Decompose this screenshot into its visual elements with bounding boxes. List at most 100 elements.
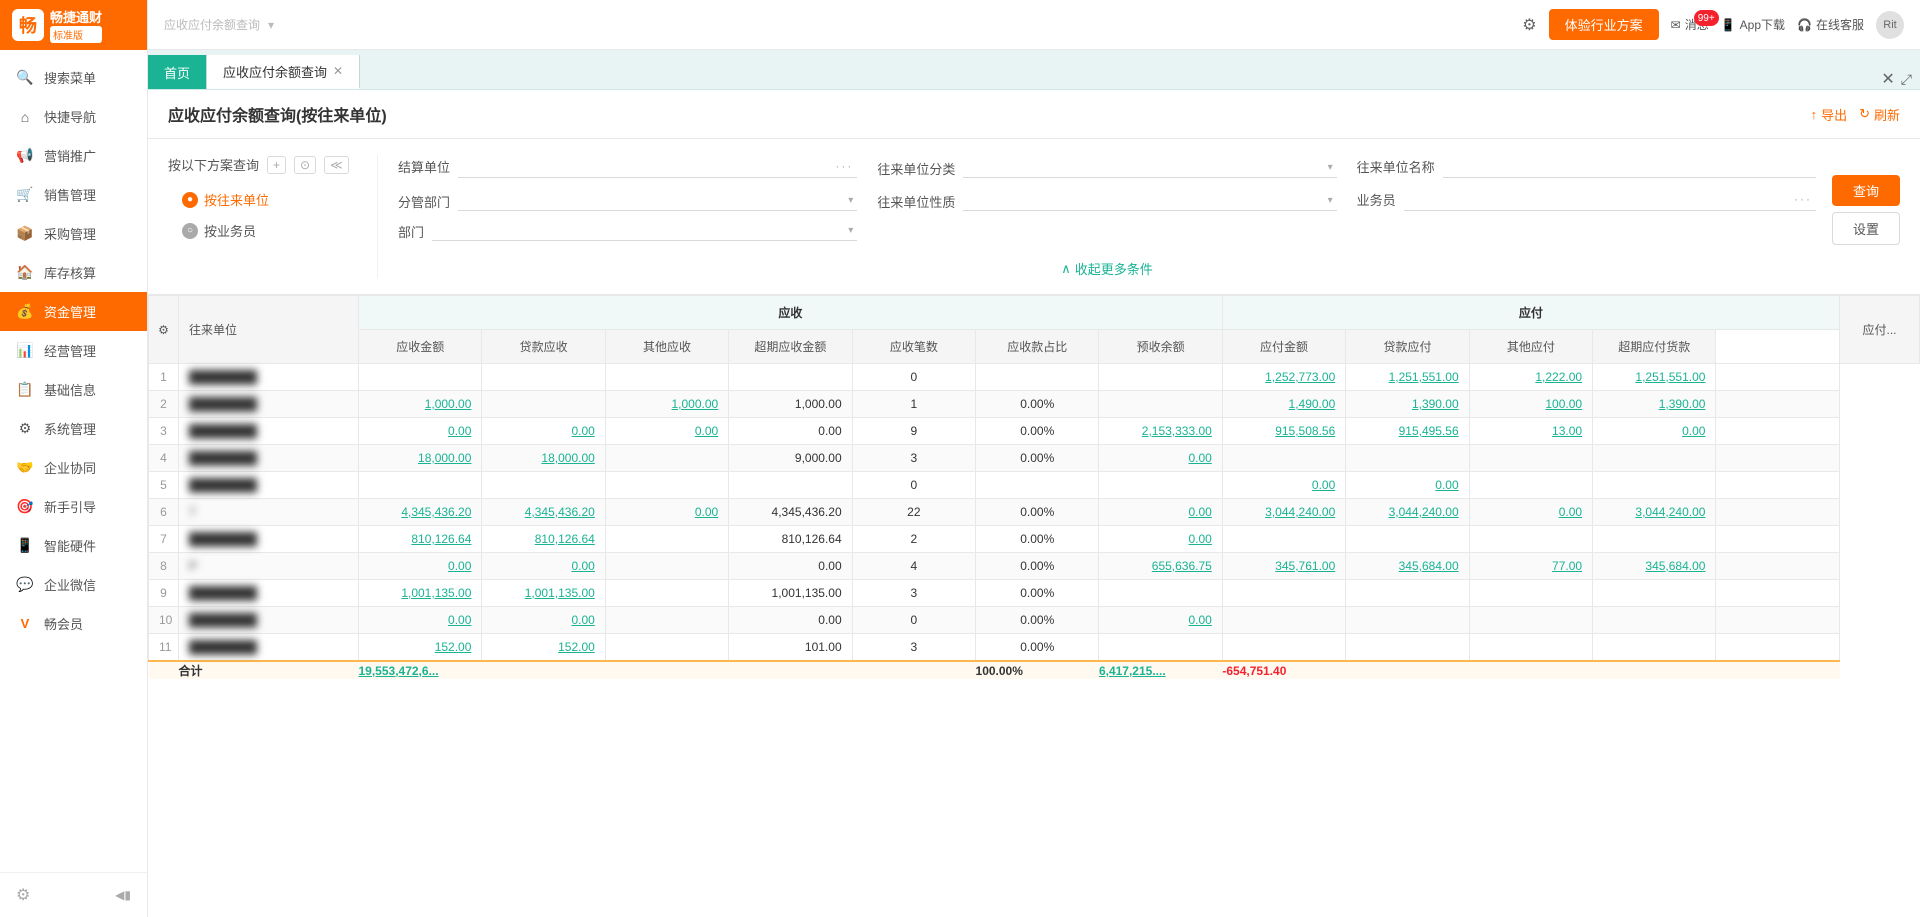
cell-value[interactable]: 1,390.00: [1412, 397, 1459, 411]
sidebar-item-capital[interactable]: 💰 资金管理: [0, 292, 147, 331]
cell-value[interactable]: 3,044,240.00: [1265, 505, 1335, 519]
sidebar-item-system[interactable]: ⚙ 系统管理: [0, 409, 147, 448]
sidebar-collapse-icon[interactable]: ◀▮: [115, 888, 131, 902]
cell-value[interactable]: 2,153,333.00: [1142, 424, 1212, 438]
sidebar-item-coop[interactable]: 🤝 企业协同: [0, 448, 147, 487]
cell-value[interactable]: 345,684.00: [1645, 559, 1705, 573]
cell-value[interactable]: 655,636.75: [1152, 559, 1212, 573]
cell-value[interactable]: 0.00: [695, 424, 718, 438]
cell-value[interactable]: 152.00: [435, 640, 472, 654]
sidebar-item-sales[interactable]: 🛒 销售管理: [0, 175, 147, 214]
sidebar-item-purchase[interactable]: 📦 采购管理: [0, 214, 147, 253]
cell-value[interactable]: 0.00: [1188, 532, 1211, 546]
salesman-input[interactable]: ···: [1404, 188, 1816, 211]
partner-nature-input[interactable]: ▾: [963, 191, 1336, 211]
cell-value[interactable]: 0.00: [1312, 478, 1335, 492]
tab-maximize-icon[interactable]: ⤢: [1901, 71, 1912, 88]
cell-value[interactable]: 810,126.64: [411, 532, 471, 546]
service-button[interactable]: 🎧 在线客服: [1797, 16, 1864, 33]
header-settings-icon[interactable]: ⚙: [1522, 15, 1536, 35]
tab-close-icon[interactable]: ✕: [333, 64, 343, 78]
cell-value[interactable]: 18,000.00: [541, 451, 594, 465]
cell-value[interactable]: 0.00: [1559, 505, 1582, 519]
cell-value[interactable]: 77.00: [1552, 559, 1582, 573]
refresh-button[interactable]: ↻ 刷新: [1859, 105, 1900, 124]
filter-config-icon[interactable]: ⊙: [294, 156, 316, 174]
footer-ar-amount[interactable]: 19,553,472,6...: [359, 661, 482, 679]
cell-value[interactable]: 4,345,436.20: [525, 505, 595, 519]
cell-value[interactable]: 18,000.00: [418, 451, 471, 465]
cell-value[interactable]: 0.00: [1682, 424, 1705, 438]
app-download-button[interactable]: 📱 App下载: [1721, 16, 1785, 33]
cell-value[interactable]: 3,044,240.00: [1389, 505, 1459, 519]
footer-ar-prepay[interactable]: 6,417,215....: [1099, 661, 1222, 679]
sidebar-item-operation[interactable]: 📊 经营管理: [0, 331, 147, 370]
setting-button[interactable]: 设置: [1832, 212, 1900, 245]
cell-value[interactable]: 1,390.00: [1659, 397, 1706, 411]
tab-home[interactable]: 首页: [148, 55, 207, 89]
sidebar-item-member[interactable]: V 畅会员: [0, 604, 147, 643]
sidebar-item-search[interactable]: 🔍 搜索菜单: [0, 58, 147, 97]
dept-input[interactable]: ▾: [458, 191, 857, 211]
cell-value[interactable]: 0.00: [571, 559, 594, 573]
cell-value[interactable]: 13.00: [1552, 424, 1582, 438]
settlement-input[interactable]: ···: [458, 155, 857, 178]
cell-value[interactable]: 4,345,436.20: [401, 505, 471, 519]
cell-value[interactable]: 345,761.00: [1275, 559, 1335, 573]
filter-nav-by-salesman[interactable]: ○ 按业务员: [168, 215, 367, 246]
cell-value[interactable]: 1,490.00: [1289, 397, 1336, 411]
cell-value[interactable]: 152.00: [558, 640, 595, 654]
breadcrumb-text: 应收应付余额查询: [164, 16, 260, 33]
cell-value[interactable]: 915,508.56: [1275, 424, 1335, 438]
export-button[interactable]: ↑ 导出: [1811, 105, 1848, 124]
row-num: 4: [149, 445, 179, 472]
cell-value[interactable]: 1,222.00: [1535, 370, 1582, 384]
cell-value[interactable]: 1,001,135.00: [401, 586, 471, 600]
cell-value[interactable]: 915,495.56: [1399, 424, 1459, 438]
filter-collapse-icon[interactable]: ≪: [324, 156, 349, 174]
sidebar-item-hardware[interactable]: 📱 智能硬件: [0, 526, 147, 565]
cell-value[interactable]: 0.00: [1188, 505, 1211, 519]
cell-value[interactable]: 1,001,135.00: [525, 586, 595, 600]
cell-value[interactable]: 0.00: [1188, 451, 1211, 465]
filter-nav-by-partner[interactable]: ● 按往来单位: [168, 184, 367, 215]
cell-ap-overdue: [1593, 607, 1716, 634]
cell-value[interactable]: 1,251,551.00: [1635, 370, 1705, 384]
cell-value[interactable]: 100.00: [1545, 397, 1582, 411]
table-gear-icon[interactable]: ⚙: [149, 296, 179, 364]
row-num: 2: [149, 391, 179, 418]
partner-type-input[interactable]: ▾: [963, 158, 1336, 178]
query-button[interactable]: 查询: [1832, 175, 1900, 206]
tab-close-window-icon[interactable]: ✕: [1881, 69, 1894, 89]
sidebar-gear-icon[interactable]: ⚙: [16, 885, 30, 905]
cell-value[interactable]: 1,000.00: [425, 397, 472, 411]
cell-value[interactable]: 3,044,240.00: [1635, 505, 1705, 519]
cell-value[interactable]: 1,252,773.00: [1265, 370, 1335, 384]
cell-value[interactable]: 345,684.00: [1399, 559, 1459, 573]
partner-name-input[interactable]: [1443, 155, 1816, 178]
collapse-button[interactable]: ∧ 收起更多条件: [1061, 259, 1153, 278]
message-button[interactable]: ✉ 消息 99+: [1671, 16, 1709, 33]
sidebar-item-basic[interactable]: 📋 基础信息: [0, 370, 147, 409]
page-header: 应收应付余额查询(按往来单位) ↑ 导出 ↻ 刷新: [148, 90, 1920, 139]
sidebar-item-guide[interactable]: 🎯 新手引导: [0, 487, 147, 526]
cell-value[interactable]: 1,000.00: [672, 397, 719, 411]
cell-value[interactable]: 0.00: [571, 424, 594, 438]
cell-value[interactable]: 0.00: [448, 613, 471, 627]
sidebar-item-wechat[interactable]: 💬 企业微信: [0, 565, 147, 604]
cell-value[interactable]: 0.00: [448, 559, 471, 573]
sidebar-item-quick[interactable]: ⌂ 快捷导航: [0, 97, 147, 136]
cell-value[interactable]: 0.00: [1435, 478, 1458, 492]
tab-arbalance[interactable]: 应收应付余额查询 ✕: [207, 55, 360, 89]
department-input[interactable]: ▾: [432, 221, 857, 241]
cell-value[interactable]: 0.00: [571, 613, 594, 627]
sidebar-item-inventory[interactable]: 🏠 库存核算: [0, 253, 147, 292]
filter-add-icon[interactable]: +: [267, 156, 286, 174]
cell-value[interactable]: 0.00: [695, 505, 718, 519]
promo-button[interactable]: 体验行业方案: [1549, 9, 1659, 40]
cell-value[interactable]: 0.00: [448, 424, 471, 438]
cell-value[interactable]: 1,251,551.00: [1389, 370, 1459, 384]
cell-value[interactable]: 0.00: [1188, 613, 1211, 627]
sidebar-item-marketing[interactable]: 📢 营销推广: [0, 136, 147, 175]
cell-value[interactable]: 810,126.64: [535, 532, 595, 546]
